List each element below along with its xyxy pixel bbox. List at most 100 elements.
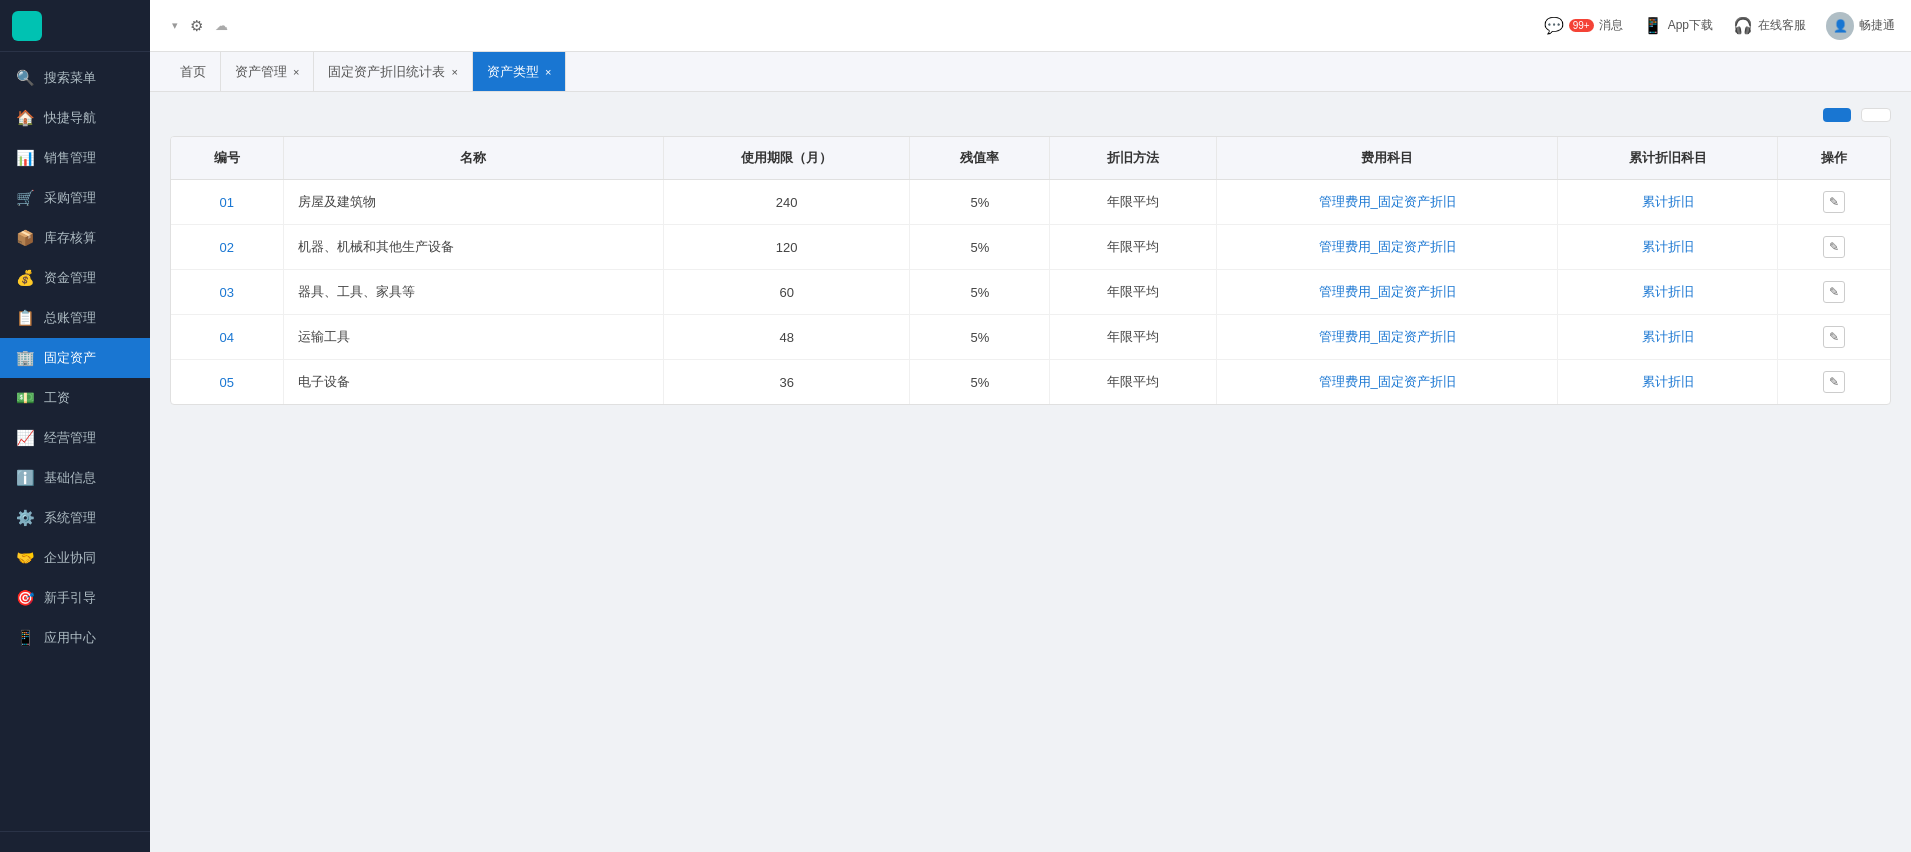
sidebar-logo bbox=[0, 0, 150, 52]
edit-button[interactable]: ✎ bbox=[1823, 281, 1845, 303]
sidebar-item-sales[interactable]: 📊销售管理 bbox=[0, 138, 150, 178]
topbar-action-app-download[interactable]: 📱App下载 bbox=[1643, 16, 1713, 35]
tabbar-actions bbox=[1863, 70, 1895, 74]
row-action[interactable]: ✎ bbox=[1778, 315, 1890, 360]
table-row: 04运输工具485%年限平均管理费用_固定资产折旧累计折旧✎ bbox=[171, 315, 1890, 360]
edit-button[interactable]: ✎ bbox=[1823, 191, 1845, 213]
edit-button[interactable]: ✎ bbox=[1823, 236, 1845, 258]
sidebar-item-search[interactable]: 🔍 搜索菜单 bbox=[0, 58, 150, 98]
sidebar-item-enterprise[interactable]: 🤝企业协同 bbox=[0, 538, 150, 578]
tab-asset-type[interactable]: 资产类型 × bbox=[473, 52, 566, 91]
quick-nav-icon: 🏠 bbox=[16, 109, 34, 127]
user-name: 畅捷通 bbox=[1859, 17, 1895, 34]
row-method: 年限平均 bbox=[1050, 315, 1217, 360]
edit-button[interactable]: ✎ bbox=[1823, 326, 1845, 348]
row-residual: 5% bbox=[910, 225, 1050, 270]
row-residual: 5% bbox=[910, 270, 1050, 315]
row-residual: 5% bbox=[910, 180, 1050, 225]
refresh-button[interactable] bbox=[1861, 108, 1891, 122]
row-period: 120 bbox=[663, 225, 910, 270]
row-name: 运输工具 bbox=[283, 315, 663, 360]
row-action[interactable]: ✎ bbox=[1778, 270, 1890, 315]
sidebar-item-label: 快捷导航 bbox=[44, 109, 96, 127]
row-period: 60 bbox=[663, 270, 910, 315]
sidebar-item-quick-nav[interactable]: 🏠 快捷导航 bbox=[0, 98, 150, 138]
sidebar-item-capital[interactable]: 💰 资金管理 bbox=[0, 258, 150, 298]
capital-icon: 💰 bbox=[16, 269, 34, 287]
row-expense: 管理费用_固定资产折旧 bbox=[1216, 270, 1558, 315]
row-name: 机器、机械和其他生产设备 bbox=[283, 225, 663, 270]
row-method: 年限平均 bbox=[1050, 270, 1217, 315]
sidebar-item-label: 应用中心 bbox=[44, 629, 96, 647]
row-name: 房屋及建筑物 bbox=[283, 180, 663, 225]
topbar-action-customer-service[interactable]: 🎧 在线客服 bbox=[1733, 16, 1806, 35]
customer-service-label: 在线客服 bbox=[1758, 17, 1806, 34]
row-method: 年限平均 bbox=[1050, 360, 1217, 405]
sidebar-item-label: 新手引导 bbox=[44, 589, 96, 607]
notification-badge: 99+ bbox=[1569, 19, 1594, 32]
row-residual: 5% bbox=[910, 315, 1050, 360]
tab-close-icon[interactable]: × bbox=[545, 66, 551, 78]
topbar-action-message[interactable]: 💬 99+ 消息 bbox=[1544, 16, 1623, 35]
col-header-expense: 费用科目 bbox=[1216, 137, 1558, 180]
sidebar-item-label: 采购管理 bbox=[44, 189, 96, 207]
row-accum: 累计折旧 bbox=[1558, 315, 1778, 360]
sidebar-item-label: 工资 bbox=[44, 389, 70, 407]
settings-gear-icon[interactable]: ⚙ bbox=[190, 17, 203, 35]
sidebar-item-ledger[interactable]: 📋总账管理 bbox=[0, 298, 150, 338]
sidebar-item-app-center[interactable]: 📱应用中心 bbox=[0, 618, 150, 658]
topbar: ▾ ⚙ ☁ 💬 99+ 消息 📱App下载 🎧 在线客服 👤 畅捷通 bbox=[150, 0, 1911, 52]
sidebar-item-system[interactable]: ⚙️系统管理 bbox=[0, 498, 150, 538]
row-accum: 累计折旧 bbox=[1558, 270, 1778, 315]
tab-label: 资产类型 bbox=[487, 63, 539, 81]
tab-depreciation-table[interactable]: 固定资产折旧统计表× bbox=[314, 52, 472, 91]
user-avatar: 👤 bbox=[1826, 12, 1854, 40]
sidebar-item-label: 资金管理 bbox=[44, 269, 96, 287]
sidebar-item-guide[interactable]: 🎯新手引导 bbox=[0, 578, 150, 618]
sidebar-item-label: 经营管理 bbox=[44, 429, 96, 447]
sidebar-item-payroll[interactable]: 💵工资 bbox=[0, 378, 150, 418]
page-header bbox=[170, 108, 1891, 122]
table-row: 02机器、机械和其他生产设备1205%年限平均管理费用_固定资产折旧累计折旧✎ bbox=[171, 225, 1890, 270]
sidebar-nav: 🔍 搜索菜单 🏠 快捷导航 📊销售管理🛒采购管理📦库存核算 💰 资金管理 📋总账管理 🏢 固定资产… bbox=[0, 52, 150, 831]
trial-button[interactable]: ☁ bbox=[215, 18, 234, 33]
row-period: 48 bbox=[663, 315, 910, 360]
sidebar-item-operations[interactable]: 📈经营管理 bbox=[0, 418, 150, 458]
close-tab-button[interactable] bbox=[1863, 70, 1875, 74]
customer-service-icon: 🎧 bbox=[1733, 16, 1753, 35]
sidebar-item-basic-info[interactable]: ℹ️ 基础信息 bbox=[0, 458, 150, 498]
sidebar-item-label: 企业协同 bbox=[44, 549, 96, 567]
fixed-assets-icon: 🏢 bbox=[16, 349, 34, 367]
row-method: 年限平均 bbox=[1050, 225, 1217, 270]
tab-home[interactable]: 首页 bbox=[166, 52, 221, 91]
tab-close-icon[interactable]: × bbox=[293, 66, 299, 78]
sidebar-item-fixed-assets[interactable]: 🏢 固定资产 bbox=[0, 338, 150, 378]
search-icon: 🔍 bbox=[16, 69, 34, 87]
row-period: 240 bbox=[663, 180, 910, 225]
tab-asset-mgmt[interactable]: 资产管理× bbox=[221, 52, 314, 91]
row-action[interactable]: ✎ bbox=[1778, 225, 1890, 270]
row-action[interactable]: ✎ bbox=[1778, 360, 1890, 405]
company-selector[interactable]: ▾ bbox=[166, 19, 178, 32]
row-code: 02 bbox=[171, 225, 283, 270]
sidebar-footer bbox=[0, 831, 150, 852]
new-button[interactable] bbox=[1823, 108, 1851, 122]
sidebar-item-label: 基础信息 bbox=[44, 469, 96, 487]
row-action[interactable]: ✎ bbox=[1778, 180, 1890, 225]
expand-tab-button[interactable] bbox=[1883, 70, 1895, 74]
sidebar-item-inventory[interactable]: 📦库存核算 bbox=[0, 218, 150, 258]
tab-close-icon[interactable]: × bbox=[451, 66, 457, 78]
sidebar-item-label: 总账管理 bbox=[44, 309, 96, 327]
system-icon: ⚙️ bbox=[16, 509, 34, 527]
row-residual: 5% bbox=[910, 360, 1050, 405]
logo-icon bbox=[12, 11, 42, 41]
message-label: 消息 bbox=[1599, 17, 1623, 34]
topbar-action-user[interactable]: 👤 畅捷通 bbox=[1826, 12, 1895, 40]
sidebar-item-label: 固定资产 bbox=[44, 349, 96, 367]
sidebar-item-label: 搜索菜单 bbox=[44, 69, 96, 87]
row-code: 01 bbox=[171, 180, 283, 225]
edit-button[interactable]: ✎ bbox=[1823, 371, 1845, 393]
message-icon: 💬 bbox=[1544, 16, 1564, 35]
sidebar-item-purchase[interactable]: 🛒采购管理 bbox=[0, 178, 150, 218]
basic-info-icon: ℹ️ bbox=[16, 469, 34, 487]
